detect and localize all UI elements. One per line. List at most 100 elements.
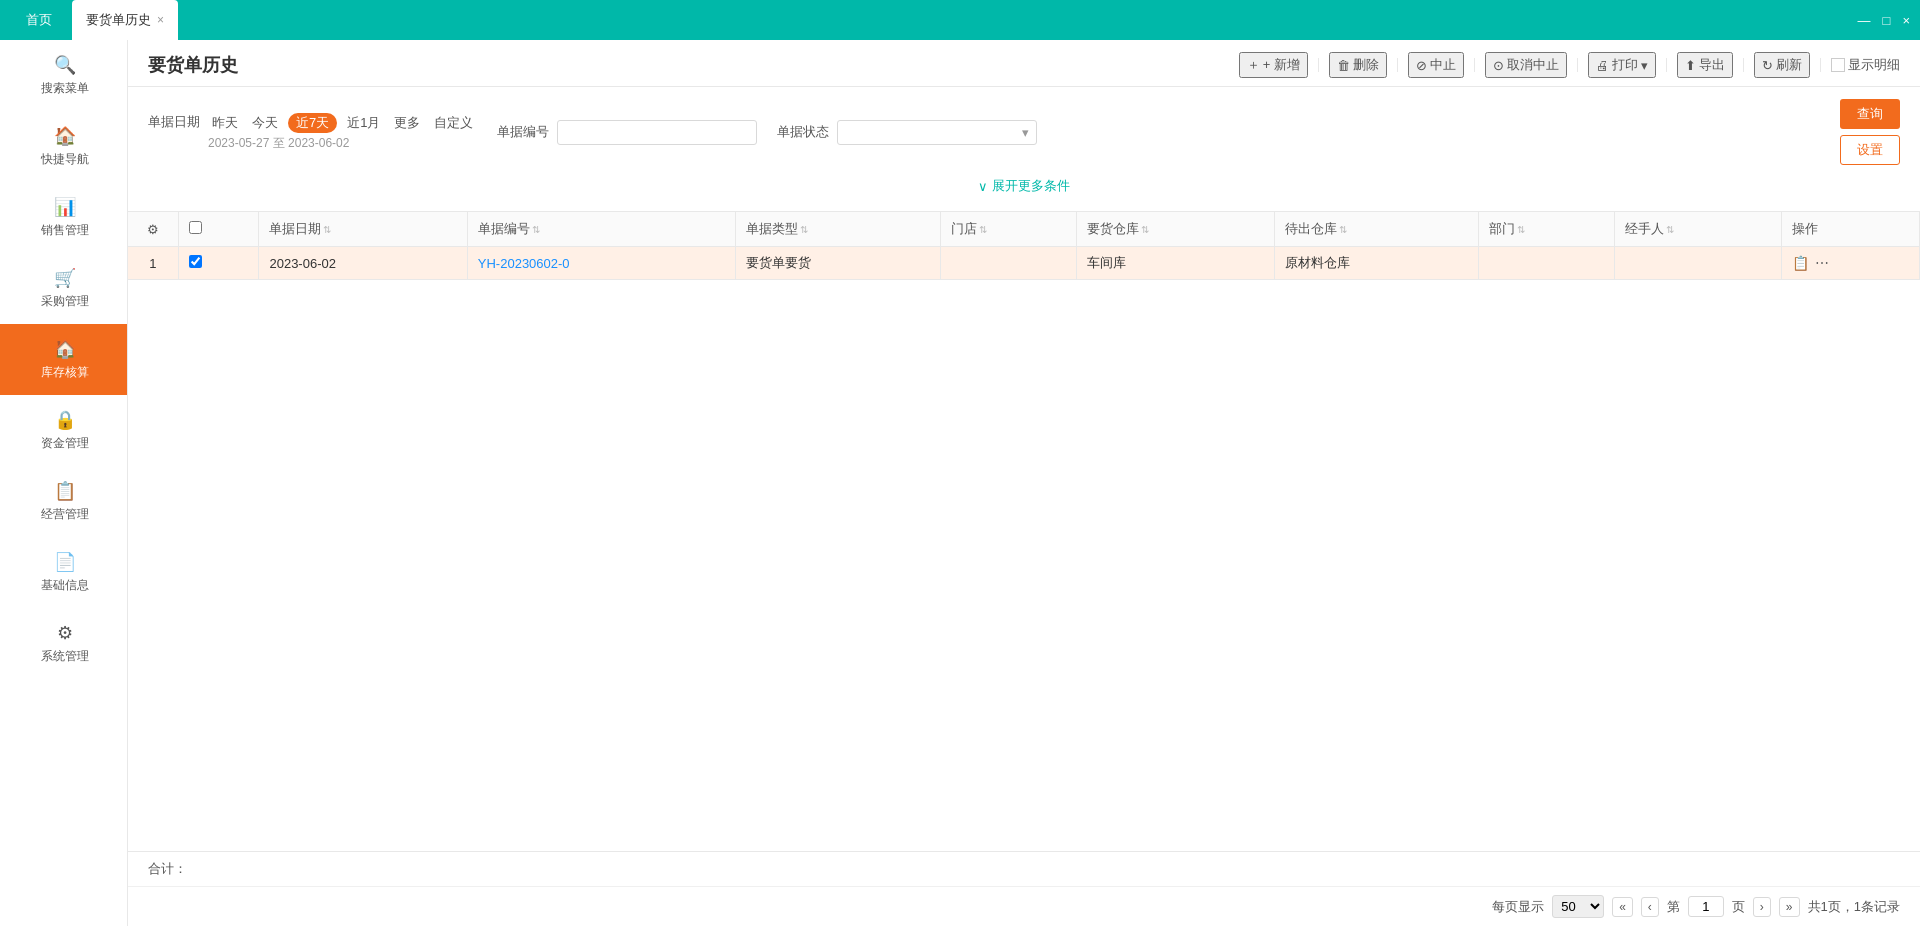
show-detail-toggle[interactable]: 显示明细: [1831, 56, 1900, 74]
page-end-label: 页: [1732, 898, 1745, 916]
tab-active[interactable]: 要货单历史 ×: [72, 0, 178, 40]
col-date: 单据日期⇅: [259, 212, 467, 247]
sort-reqwarehouse-icon[interactable]: ⇅: [1141, 224, 1149, 235]
window-maximize[interactable]: □: [1883, 13, 1891, 28]
top-bar: 首页 要货单历史 × — □ ×: [0, 0, 1920, 40]
sidebar-item-inventory[interactable]: 🏠 库存核算: [0, 324, 127, 395]
table-area: ⚙ 单据日期⇅ 单据编号⇅ 单据类型⇅: [128, 212, 1920, 851]
table-settings-icon[interactable]: ⚙: [147, 222, 159, 237]
window-actions: — □ ×: [1858, 13, 1910, 28]
sort-handler-icon[interactable]: ⇅: [1666, 224, 1674, 235]
row-checkbox[interactable]: [178, 247, 259, 280]
row-more-icon[interactable]: ⋯: [1815, 255, 1829, 271]
row-dept: [1479, 247, 1615, 280]
pagination: 每页显示 50 100 « ‹ 第 页 › » 共1页，1条记录: [128, 886, 1920, 926]
sidebar-item-label: 基础信息: [41, 577, 89, 594]
row-docno: YH-20230602-0: [467, 247, 736, 280]
row-edit-icon[interactable]: 📋: [1792, 255, 1809, 271]
stop-button[interactable]: ⊘ 中止: [1408, 52, 1464, 78]
sidebar-item-label: 经营管理: [41, 506, 89, 523]
date-filter-label: 单据日期: [148, 113, 200, 131]
quick-nav-icon: 🏠: [54, 125, 76, 147]
col-dept: 部门⇅: [1479, 212, 1615, 247]
date-btn-yesterday[interactable]: 昨天: [208, 113, 242, 133]
page-header: 要货单历史 ＋ + 新增 🗑 删除 ⊘ 中止 ⊙: [128, 40, 1920, 87]
show-detail-checkbox[interactable]: [1831, 58, 1845, 72]
doc-no-label: 单据编号: [497, 123, 549, 141]
col-reqwarehouse: 要货仓库⇅: [1076, 212, 1274, 247]
table-body: 1 2023-06-02 YH-20230602-0 要货单要货 车间库 原材料…: [128, 247, 1920, 280]
expand-more-btn[interactable]: ∨ 展开更多条件: [148, 173, 1900, 199]
row-reqwarehouse: 车间库: [1076, 247, 1274, 280]
sidebar-item-label: 采购管理: [41, 293, 89, 310]
export-icon: ⬆: [1685, 58, 1696, 73]
date-filter-group: 单据日期 昨天 今天 近7天 近1月 更多 自定义 2023-05-27 至 2…: [148, 113, 477, 152]
delete-button[interactable]: 🗑 删除: [1329, 52, 1387, 78]
search-menu-icon: 🔍: [54, 54, 76, 76]
tab-label: 要货单历史: [86, 11, 151, 29]
export-button[interactable]: ⬆ 导出: [1677, 52, 1733, 78]
new-button[interactable]: ＋ + 新增: [1239, 52, 1308, 78]
query-button[interactable]: 查询: [1840, 99, 1900, 129]
col-pendingwarehouse: 待出仓库⇅: [1274, 212, 1479, 247]
date-filter-buttons: 昨天 今天 近7天 近1月 更多 自定义: [208, 113, 477, 133]
window-close[interactable]: ×: [1902, 13, 1910, 28]
row-index: 1: [128, 247, 178, 280]
filter-row-1: 单据日期 昨天 今天 近7天 近1月 更多 自定义 2023-05-27 至 2…: [148, 99, 1900, 165]
cancel-stop-button[interactable]: ⊙ 取消中止: [1485, 52, 1567, 78]
page-number-input[interactable]: [1688, 896, 1724, 917]
delete-icon: 🗑: [1337, 58, 1350, 73]
system-icon: ⚙: [57, 622, 73, 644]
sort-dept-icon[interactable]: ⇅: [1517, 224, 1525, 235]
sidebar-item-system[interactable]: ⚙ 系统管理: [0, 608, 127, 679]
sort-docno-icon[interactable]: ⇅: [532, 224, 540, 235]
date-btn-today[interactable]: 今天: [248, 113, 282, 133]
row-docno-link[interactable]: YH-20230602-0: [478, 256, 570, 271]
col-handler: 经手人⇅: [1615, 212, 1782, 247]
tab-close-icon[interactable]: ×: [157, 13, 164, 27]
refresh-button[interactable]: ↻ 刷新: [1754, 52, 1810, 78]
prev-page-btn[interactable]: ‹: [1641, 897, 1659, 917]
sort-pendingwarehouse-icon[interactable]: ⇅: [1339, 224, 1347, 235]
next-page-btn[interactable]: ›: [1753, 897, 1771, 917]
row-pendingwarehouse: 原材料仓库: [1274, 247, 1479, 280]
main-layout: 🔍 搜索菜单 🏠 快捷导航 📊 销售管理 🛒 采购管理 🏠 库存核算 🔒 资金管…: [0, 40, 1920, 926]
sidebar-item-purchase[interactable]: 🛒 采购管理: [0, 253, 127, 324]
sidebar-item-finance[interactable]: 🔒 资金管理: [0, 395, 127, 466]
row-select-checkbox[interactable]: [189, 255, 202, 268]
sidebar-item-basic-info[interactable]: 📄 基础信息: [0, 537, 127, 608]
date-btn-custom[interactable]: 自定义: [430, 113, 477, 133]
print-dropdown-icon: ▾: [1641, 58, 1648, 73]
col-settings[interactable]: ⚙: [128, 212, 178, 247]
row-doctype: 要货单要货: [736, 247, 941, 280]
doc-status-select[interactable]: [837, 120, 1037, 145]
sidebar-item-operations[interactable]: 📋 经营管理: [0, 466, 127, 537]
date-btn-7days[interactable]: 近7天: [288, 113, 337, 133]
page-size-select[interactable]: 50 100: [1552, 895, 1604, 918]
print-button[interactable]: 🖨 打印 ▾: [1588, 52, 1656, 78]
last-page-btn[interactable]: »: [1779, 897, 1800, 917]
sidebar: 🔍 搜索菜单 🏠 快捷导航 📊 销售管理 🛒 采购管理 🏠 库存核算 🔒 资金管…: [0, 40, 128, 926]
col-store: 门店⇅: [941, 212, 1077, 247]
page-label: 第: [1667, 898, 1680, 916]
sort-doctype-icon[interactable]: ⇅: [800, 224, 808, 235]
sidebar-item-search-menu[interactable]: 🔍 搜索菜单: [0, 40, 127, 111]
footer-total-label: 合计：: [148, 860, 187, 878]
sidebar-item-quick-nav[interactable]: 🏠 快捷导航: [0, 111, 127, 182]
doc-no-input[interactable]: [557, 120, 757, 145]
sort-date-icon[interactable]: ⇅: [323, 224, 331, 235]
tab-home[interactable]: 首页: [10, 0, 68, 40]
select-all-checkbox[interactable]: [189, 221, 202, 234]
settings-button[interactable]: 设置: [1840, 135, 1900, 165]
col-checkbox[interactable]: [178, 212, 259, 247]
stop-icon: ⊘: [1416, 58, 1427, 73]
sidebar-item-label: 快捷导航: [41, 151, 89, 168]
table-row: 1 2023-06-02 YH-20230602-0 要货单要货 车间库 原材料…: [128, 247, 1920, 280]
date-btn-more[interactable]: 更多: [390, 113, 424, 133]
sort-store-icon[interactable]: ⇅: [979, 224, 987, 235]
date-btn-1month[interactable]: 近1月: [343, 113, 384, 133]
expand-icon: ∨: [978, 179, 988, 194]
sidebar-item-sales[interactable]: 📊 销售管理: [0, 182, 127, 253]
window-minimize[interactable]: —: [1858, 13, 1871, 28]
first-page-btn[interactable]: «: [1612, 897, 1633, 917]
